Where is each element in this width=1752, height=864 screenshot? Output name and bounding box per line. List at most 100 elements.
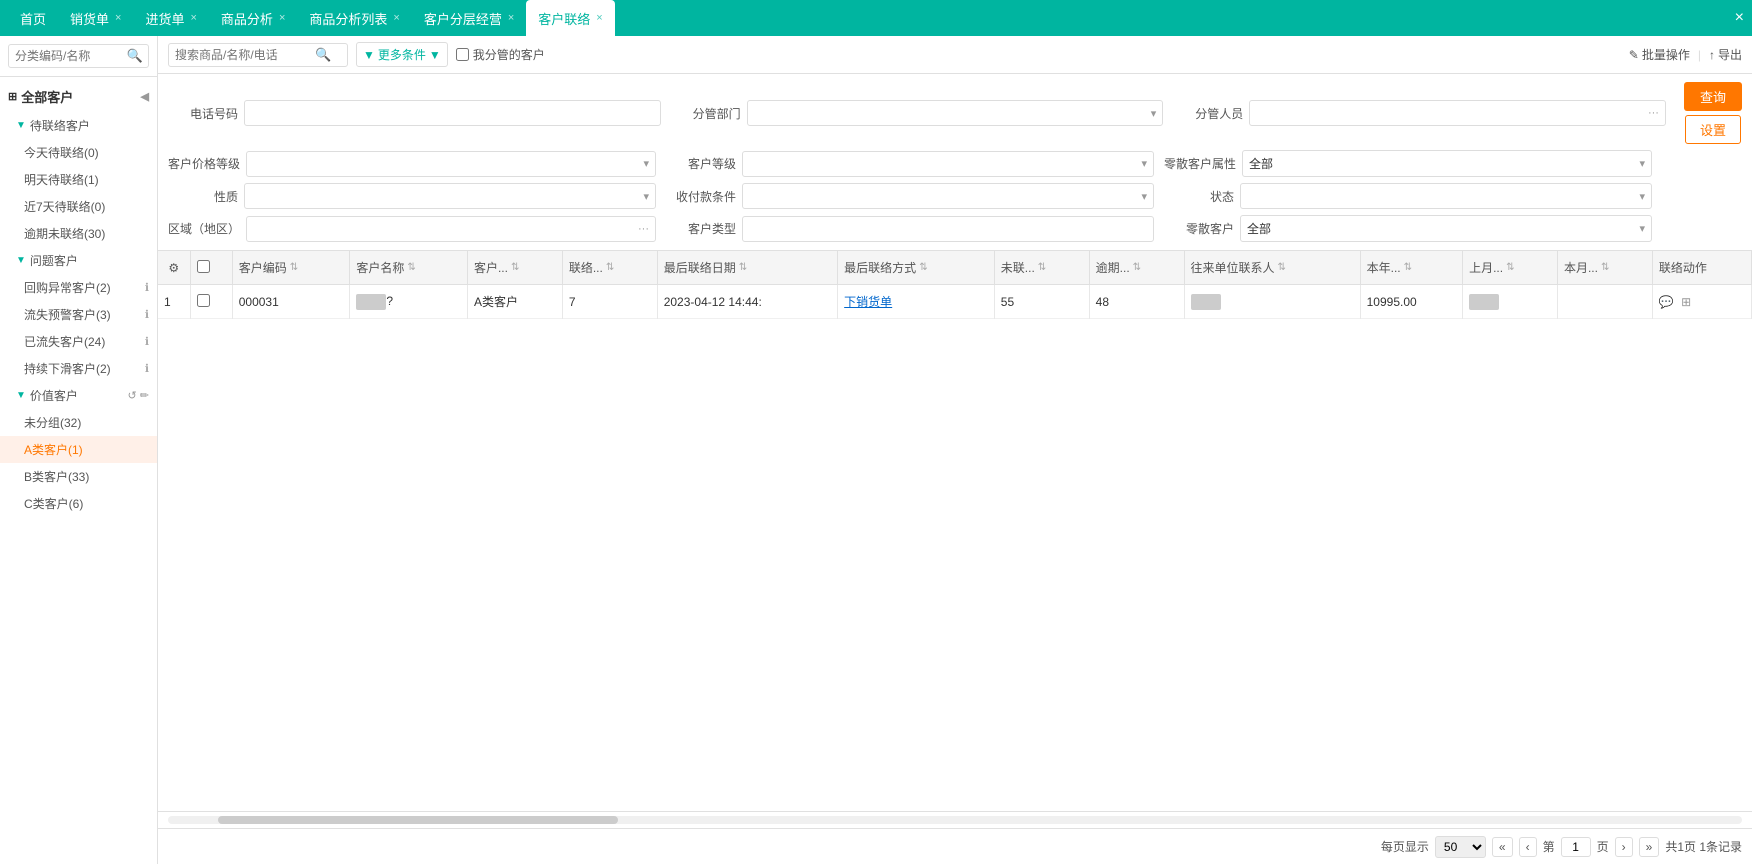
sidebar-collapse-btn[interactable]: ◀ bbox=[141, 90, 149, 103]
close-purchase-order[interactable]: × bbox=[190, 12, 196, 24]
sidebar-item-ungrouped[interactable]: 未分组(32) bbox=[0, 409, 157, 436]
sort-method[interactable]: ⇅ bbox=[919, 262, 927, 273]
filter-region-input[interactable]: ··· bbox=[246, 216, 656, 242]
close-sales-order[interactable]: × bbox=[115, 12, 121, 24]
toolbar-search-icon[interactable]: 🔍 bbox=[315, 47, 331, 63]
sort-code[interactable]: ⇅ bbox=[290, 262, 298, 273]
filter-payment-label: 收付款条件 bbox=[666, 188, 736, 205]
filter-dept: 分管部门 ▾ bbox=[671, 100, 1164, 126]
th-checkbox[interactable] bbox=[190, 251, 232, 285]
sort-uncontacted[interactable]: ⇅ bbox=[1038, 262, 1046, 273]
nav-customer-contact[interactable]: 客户联络 × bbox=[526, 0, 614, 36]
content-area: 🔍 ▼ 更多条件 ▼ 我分管的客户 ✎ 批量操作 | ↑ 导出 bbox=[158, 36, 1752, 864]
filter-status-select[interactable]: ▾ bbox=[1240, 183, 1652, 209]
query-button[interactable]: 查询 bbox=[1684, 82, 1742, 111]
sidebar-item-tomorrow-pending[interactable]: 明天待联络(1) bbox=[0, 166, 157, 193]
search-input[interactable] bbox=[175, 48, 315, 62]
sort-overdue[interactable]: ⇅ bbox=[1133, 262, 1141, 273]
toolbar-divider: | bbox=[1698, 48, 1701, 62]
sidebar-group-pending[interactable]: ▼ 待联络客户 bbox=[0, 112, 157, 139]
close-customer-contact[interactable]: × bbox=[596, 12, 602, 24]
my-customers-checkbox-label[interactable]: 我分管的客户 bbox=[456, 46, 545, 63]
filter-dept-select[interactable]: ▾ bbox=[747, 100, 1164, 126]
sort-year[interactable]: ⇅ bbox=[1404, 262, 1412, 273]
sidebar-item-repurchase-abnormal[interactable]: 回购异常客户(2) ℹ bbox=[0, 274, 157, 301]
sort-month[interactable]: ⇅ bbox=[1601, 262, 1609, 273]
top-navigation: 首页 销货单 × 进货单 × 商品分析 × 商品分析列表 × 客户分层经营 × … bbox=[0, 0, 1752, 36]
dots-region: ··· bbox=[638, 223, 649, 235]
th-contact-count: 联络...⇅ bbox=[562, 251, 657, 285]
sidebar-content: ⊞ 全部客户 ◀ ▼ 待联络客户 今天待联络(0) 明天待联络(1) 近7天待联… bbox=[0, 77, 157, 864]
filter-nature-select[interactable]: ▾ bbox=[244, 183, 656, 209]
sort-name[interactable]: ⇅ bbox=[407, 262, 415, 273]
my-customers-checkbox[interactable] bbox=[456, 48, 469, 61]
nav-purchase-order[interactable]: 进货单 × bbox=[133, 0, 208, 36]
sidebar-item-class-b[interactable]: B类客户(33) bbox=[0, 463, 157, 490]
filter-manager-input[interactable]: ··· bbox=[1249, 100, 1666, 126]
next-page-btn[interactable]: › bbox=[1615, 837, 1633, 857]
batch-op-btn[interactable]: ✎ 批量操作 bbox=[1629, 46, 1690, 63]
table-row: 1 000031 ? A类客户 7 2023-04-12 14:44: 下销货单… bbox=[158, 285, 1752, 319]
nav-sales-order[interactable]: 销货单 × bbox=[58, 0, 133, 36]
sidebar-group-problem[interactable]: ▼ 问题客户 bbox=[0, 247, 157, 274]
sidebar-all-customers[interactable]: ⊞ 全部客户 ◀ bbox=[0, 81, 157, 112]
sort-unit[interactable]: ⇅ bbox=[1278, 262, 1286, 273]
close-product-analysis[interactable]: × bbox=[279, 12, 285, 24]
sidebar-item-week-pending[interactable]: 近7天待联络(0) bbox=[0, 193, 157, 220]
filter-phone-input[interactable] bbox=[244, 100, 661, 126]
nav-customer-tier[interactable]: 客户分层经营 × bbox=[412, 0, 526, 36]
export-btn[interactable]: ↑ 导出 bbox=[1709, 46, 1742, 63]
close-customer-tier[interactable]: × bbox=[508, 12, 514, 24]
first-page-btn[interactable]: « bbox=[1492, 837, 1513, 857]
sidebar-group-value[interactable]: ▼ 价值客户 ↺ ✏ bbox=[0, 382, 157, 409]
per-page-select[interactable]: 50 100 200 bbox=[1435, 836, 1486, 858]
row-checkbox[interactable] bbox=[197, 294, 210, 307]
filter-btn[interactable]: ▼ 更多条件 ▼ bbox=[356, 42, 448, 67]
filter-payment-select[interactable]: ▾ bbox=[742, 183, 1154, 209]
last-method-link[interactable]: 下销货单 bbox=[844, 295, 892, 309]
filter-customer-type-input[interactable] bbox=[742, 216, 1154, 242]
filter-price-level-label: 客户价格等级 bbox=[168, 155, 240, 172]
nav-home[interactable]: 首页 bbox=[8, 0, 58, 36]
last-month-grey bbox=[1469, 294, 1499, 310]
sidebar-item-churned[interactable]: 已流失客户(24) ℹ bbox=[0, 328, 157, 355]
filter-retail-attr-select[interactable]: 全部 ▾ bbox=[1242, 150, 1652, 177]
chevron-status: ▾ bbox=[1639, 190, 1645, 203]
sort-date[interactable]: ⇅ bbox=[739, 262, 747, 273]
select-all-checkbox[interactable] bbox=[197, 260, 210, 273]
chat-icon-btn[interactable]: 💬 bbox=[1659, 295, 1674, 309]
sidebar-search-icon[interactable]: 🔍 bbox=[127, 48, 143, 64]
scrollbar-track[interactable] bbox=[168, 816, 1742, 824]
filter-customer-level-select[interactable]: ▾ bbox=[742, 151, 1154, 177]
sidebar-item-today-pending[interactable]: 今天待联络(0) bbox=[0, 139, 157, 166]
td-last-method[interactable]: 下销货单 bbox=[838, 285, 995, 319]
close-all-tabs[interactable]: × bbox=[1735, 9, 1744, 27]
sidebar-item-class-a[interactable]: A类客户(1) bbox=[0, 436, 157, 463]
prev-page-btn[interactable]: ‹ bbox=[1519, 837, 1537, 857]
value-group-icons[interactable]: ↺ ✏ bbox=[128, 389, 150, 402]
sort-contact[interactable]: ⇅ bbox=[606, 262, 614, 273]
filter-icon: ▼ bbox=[363, 48, 375, 62]
sidebar-item-declining[interactable]: 持续下滑客户(2) ℹ bbox=[0, 355, 157, 382]
td-name[interactable]: ? bbox=[350, 285, 468, 319]
close-product-analysis-list[interactable]: × bbox=[393, 12, 399, 24]
th-settings[interactable]: ⚙ bbox=[158, 251, 190, 285]
qr-icon-btn[interactable]: ⊞ bbox=[1681, 295, 1691, 309]
scrollbar-thumb[interactable] bbox=[218, 816, 618, 824]
nav-product-analysis[interactable]: 商品分析 × bbox=[209, 0, 297, 36]
sort-lastmonth[interactable]: ⇅ bbox=[1506, 262, 1514, 273]
filter-price-level-select[interactable]: ▾ bbox=[246, 151, 656, 177]
last-page-btn[interactable]: » bbox=[1639, 837, 1660, 857]
sidebar-item-churn-warning[interactable]: 流失预警客户(3) ℹ bbox=[0, 301, 157, 328]
filter-retail-attr: 零散客户属性 全部 ▾ bbox=[1164, 150, 1652, 177]
settings-button[interactable]: 设置 bbox=[1685, 115, 1741, 144]
td-checkbox[interactable] bbox=[190, 285, 232, 319]
td-uncontacted: 55 bbox=[994, 285, 1089, 319]
th-unit-contact: 往来单位联系人⇅ bbox=[1184, 251, 1360, 285]
sidebar-item-overdue-pending[interactable]: 逾期未联络(30) bbox=[0, 220, 157, 247]
filter-retail-customer-select[interactable]: 全部 ▾ bbox=[1240, 215, 1652, 242]
sidebar-item-class-c[interactable]: C类客户(6) bbox=[0, 490, 157, 517]
nav-product-analysis-list[interactable]: 商品分析列表 × bbox=[297, 0, 411, 36]
page-input[interactable] bbox=[1561, 837, 1591, 857]
sort-type[interactable]: ⇅ bbox=[511, 262, 519, 273]
